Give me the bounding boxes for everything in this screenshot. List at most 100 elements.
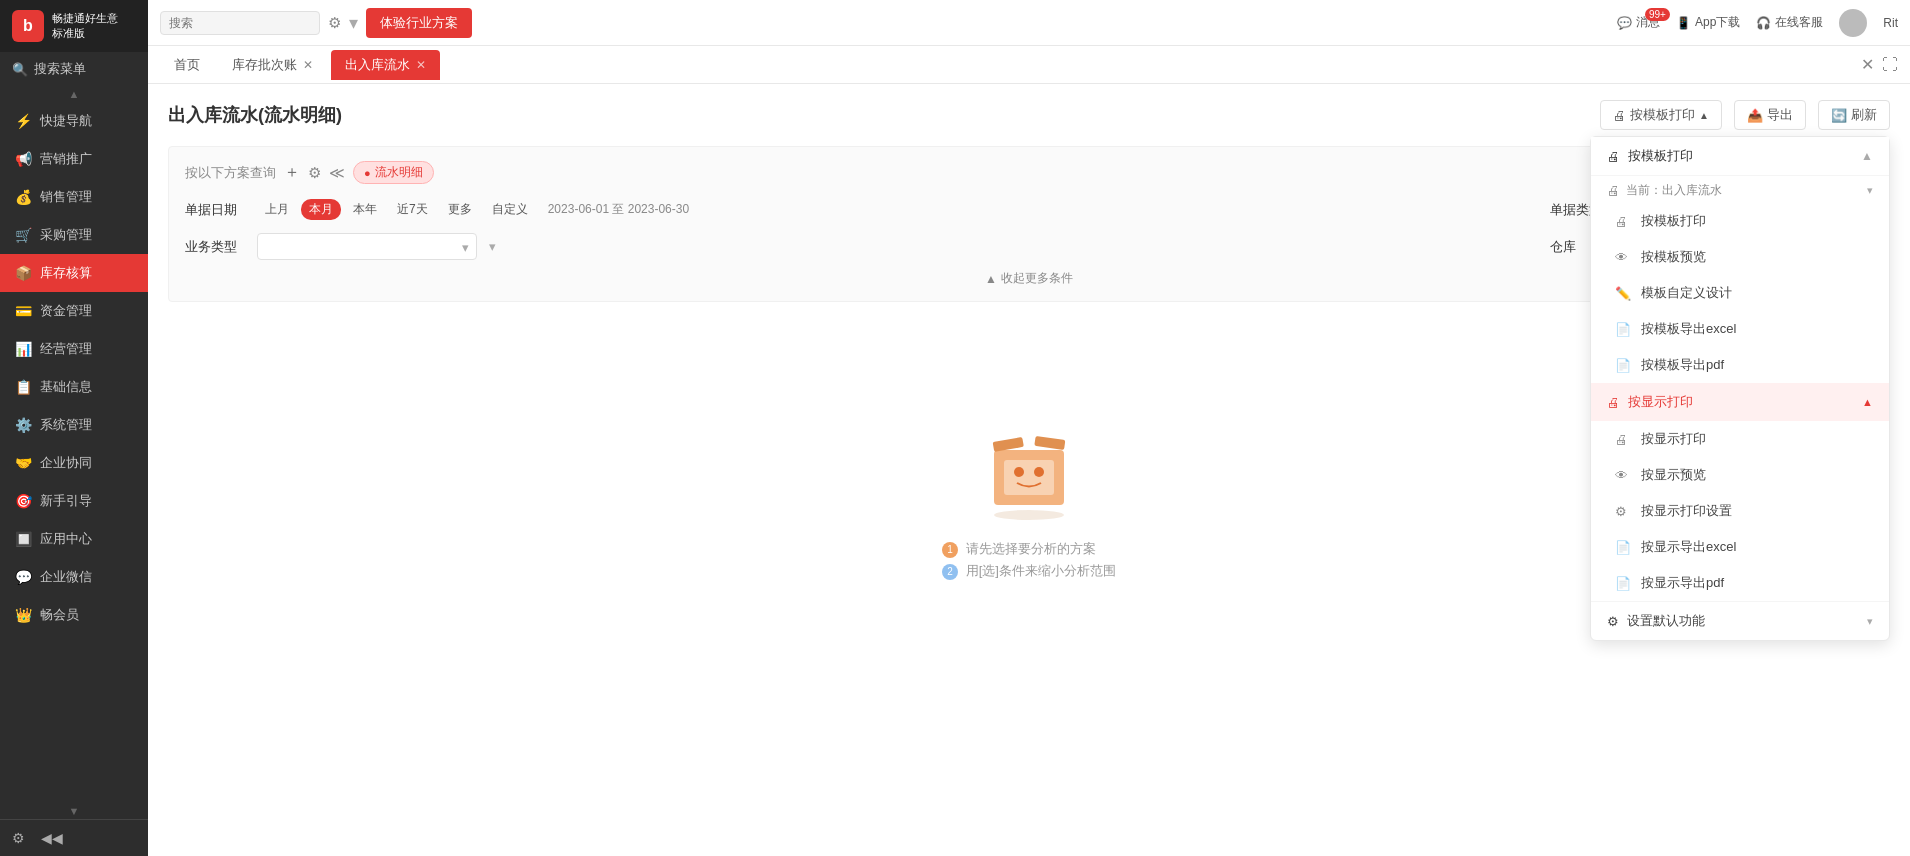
sidebar-item-newbie[interactable]: 🎯 新手引导 [0, 482, 148, 520]
filter-date-label: 单据日期 [185, 201, 245, 219]
dropdown-footer-chevron: ▾ [1867, 615, 1873, 628]
sidebar-item-quick-nav[interactable]: ⚡ 快捷导航 [0, 102, 148, 140]
topbar-app-download[interactable]: 📱 App下载 [1676, 14, 1740, 31]
svg-point-4 [1034, 467, 1044, 477]
dropdown-current-row: 🖨 当前：出入库流水 ▾ [1591, 176, 1889, 203]
dropdown-item-display-print[interactable]: 🖨 按显示打印 [1591, 421, 1889, 457]
dropdown-item-template-pdf-label: 按模板导出pdf [1641, 356, 1724, 374]
svg-rect-2 [1004, 460, 1054, 495]
sidebar-item-system[interactable]: ⚙️ 系统管理 [0, 406, 148, 444]
tab-in-out-flow-close[interactable]: ✕ [416, 58, 426, 72]
template-pdf-icon: 📄 [1615, 358, 1631, 373]
dropdown-item-display-settings-label: 按显示打印设置 [1641, 502, 1732, 520]
sidebar-item-member[interactable]: 👑 畅会员 [0, 596, 148, 634]
dropdown-item-template-print[interactable]: 🖨 按模板打印 [1591, 203, 1889, 239]
date-tab-this-month[interactable]: 本月 [301, 199, 341, 220]
current-print-icon: 🖨 [1607, 183, 1620, 198]
settings-bottom-icon[interactable]: ⚙ [12, 830, 25, 846]
tab-batch-account-close[interactable]: ✕ [303, 58, 313, 72]
sidebar-search-menu[interactable]: 🔍 搜索菜单 [0, 52, 148, 86]
sidebar-item-enterprise[interactable]: 🤝 企业协同 [0, 444, 148, 482]
main-area: ⚙ ▾ 体验行业方案 💬 消息 99+ 📱 App下载 🎧 在线客服 Rit 首… [148, 0, 1910, 856]
tip-2-text: 用[选]条件来缩小分析范围 [966, 563, 1116, 578]
sidebar-item-funds[interactable]: 💳 资金管理 [0, 292, 148, 330]
date-tab-custom[interactable]: 自定义 [484, 199, 536, 220]
search-input[interactable] [160, 11, 320, 35]
sidebar-item-sales[interactable]: 💰 销售管理 [0, 178, 148, 216]
topbar-message[interactable]: 💬 消息 99+ [1617, 14, 1660, 31]
filter-biz-type-select[interactable] [257, 233, 477, 260]
sidebar-search-label: 搜索菜单 [34, 60, 86, 78]
filter-tag-icon: ● [364, 167, 371, 179]
topbar-gear-icon[interactable]: ⚙ [328, 14, 341, 32]
filter-settings-icon[interactable]: ⚙ [308, 164, 321, 182]
enterprise-icon: 🤝 [14, 455, 32, 471]
dropdown-display-section-header[interactable]: 🖨 按显示打印 ▲ [1591, 383, 1889, 421]
empty-illustration [969, 420, 1089, 520]
dropdown-item-display-export-excel[interactable]: 📄 按显示导出excel [1591, 529, 1889, 565]
online-service-label: 在线客服 [1775, 14, 1823, 31]
sidebar-scroll-up[interactable]: ▲ [0, 86, 148, 102]
sidebar-scroll-down[interactable]: ▼ [0, 803, 148, 819]
tab-in-out-flow[interactable]: 出入库流水 ✕ [331, 50, 440, 80]
tab-home-label: 首页 [174, 56, 200, 74]
sidebar-brand-tag: 标准版 [52, 26, 118, 41]
sidebar-item-inventory[interactable]: 📦 库存核算 [0, 254, 148, 292]
dropdown-item-template-preview[interactable]: 👁 按模板预览 [1591, 239, 1889, 275]
dropdown-footer-title: ⚙ 设置默认功能 [1607, 612, 1705, 630]
tab-in-out-flow-label: 出入库流水 [345, 56, 410, 74]
sidebar-item-wechat[interactable]: 💬 企业微信 [0, 558, 148, 596]
date-tab-7days[interactable]: 近7天 [389, 199, 436, 220]
search-icon: 🔍 [12, 62, 28, 77]
tab-batch-account[interactable]: 库存批次账 ✕ [218, 50, 327, 80]
dropdown-item-template-excel-label: 按模板导出excel [1641, 320, 1736, 338]
dropdown-current-label: 当前：出入库流水 [1626, 182, 1722, 199]
refresh-icon: 🔄 [1831, 108, 1847, 123]
dropdown-item-template-design[interactable]: ✏️ 模板自定义设计 [1591, 275, 1889, 311]
date-range-value: 2023-06-01 至 2023-06-30 [548, 201, 689, 218]
filter-collapse-label: 收起更多条件 [1001, 270, 1073, 287]
date-tab-this-year[interactable]: 本年 [345, 199, 385, 220]
template-design-icon: ✏️ [1615, 286, 1631, 301]
dropdown-item-display-preview[interactable]: 👁 按显示预览 [1591, 457, 1889, 493]
print-template-button[interactable]: 🖨 按模板打印 ▲ [1600, 100, 1722, 130]
dropdown-display-chevron-up: ▲ [1862, 396, 1873, 408]
sidebar-item-app-center[interactable]: 🔲 应用中心 [0, 520, 148, 558]
dropdown-item-display-export-pdf[interactable]: 📄 按显示导出pdf [1591, 565, 1889, 601]
refresh-button[interactable]: 🔄 刷新 [1818, 100, 1890, 130]
topbar-avatar[interactable] [1839, 9, 1867, 37]
template-excel-icon: 📄 [1615, 322, 1631, 337]
filter-collapse-icon[interactable]: ≪ [329, 164, 345, 182]
dropdown-item-display-print-label: 按显示打印 [1641, 430, 1706, 448]
inventory-icon: 📦 [14, 265, 32, 281]
sidebar-item-label: 营销推广 [40, 150, 92, 168]
collapse-sidebar-icon[interactable]: ◀◀ [41, 830, 63, 846]
export-button[interactable]: 📤 导出 [1734, 100, 1806, 130]
date-tab-more[interactable]: 更多 [440, 199, 480, 220]
industry-solution-button[interactable]: 体验行业方案 [366, 8, 472, 38]
print-template-label: 按模板打印 [1630, 106, 1695, 124]
biz-type-dropdown-icon[interactable]: ▾ [489, 239, 496, 254]
export-icon: 📤 [1747, 108, 1763, 123]
operations-icon: 📊 [14, 341, 32, 357]
dropdown-template-title-label: 按模板打印 [1628, 147, 1693, 165]
sidebar-item-label: 新手引导 [40, 492, 92, 510]
dropdown-footer[interactable]: ⚙ 设置默认功能 ▾ [1591, 601, 1889, 640]
date-tab-last-month[interactable]: 上月 [257, 199, 297, 220]
sidebar-item-purchase[interactable]: 🛒 采购管理 [0, 216, 148, 254]
filter-add-button[interactable]: ＋ [284, 162, 300, 183]
sidebar-item-marketing[interactable]: 📢 营销推广 [0, 140, 148, 178]
dropdown-template-header[interactable]: 🖨 按模板打印 ▲ [1591, 137, 1889, 176]
tab-close-all-icon[interactable]: ✕ [1861, 55, 1874, 74]
sidebar-item-operations[interactable]: 📊 经营管理 [0, 330, 148, 368]
dropdown-item-template-export-pdf[interactable]: 📄 按模板导出pdf [1591, 347, 1889, 383]
dropdown-item-template-export-excel[interactable]: 📄 按模板导出excel [1591, 311, 1889, 347]
topbar-online-service[interactable]: 🎧 在线客服 [1756, 14, 1823, 31]
dropdown-item-display-print-settings[interactable]: ⚙ 按显示打印设置 [1591, 493, 1889, 529]
tab-maximize-icon[interactable]: ⛶ [1882, 56, 1898, 74]
tab-home[interactable]: 首页 [160, 50, 214, 80]
topbar-dropdown-icon[interactable]: ▾ [349, 12, 358, 34]
dropdown-display-title: 🖨 按显示打印 [1607, 393, 1693, 411]
sidebar-item-basic-info[interactable]: 📋 基础信息 [0, 368, 148, 406]
settings-footer-icon: ⚙ [1607, 614, 1619, 629]
